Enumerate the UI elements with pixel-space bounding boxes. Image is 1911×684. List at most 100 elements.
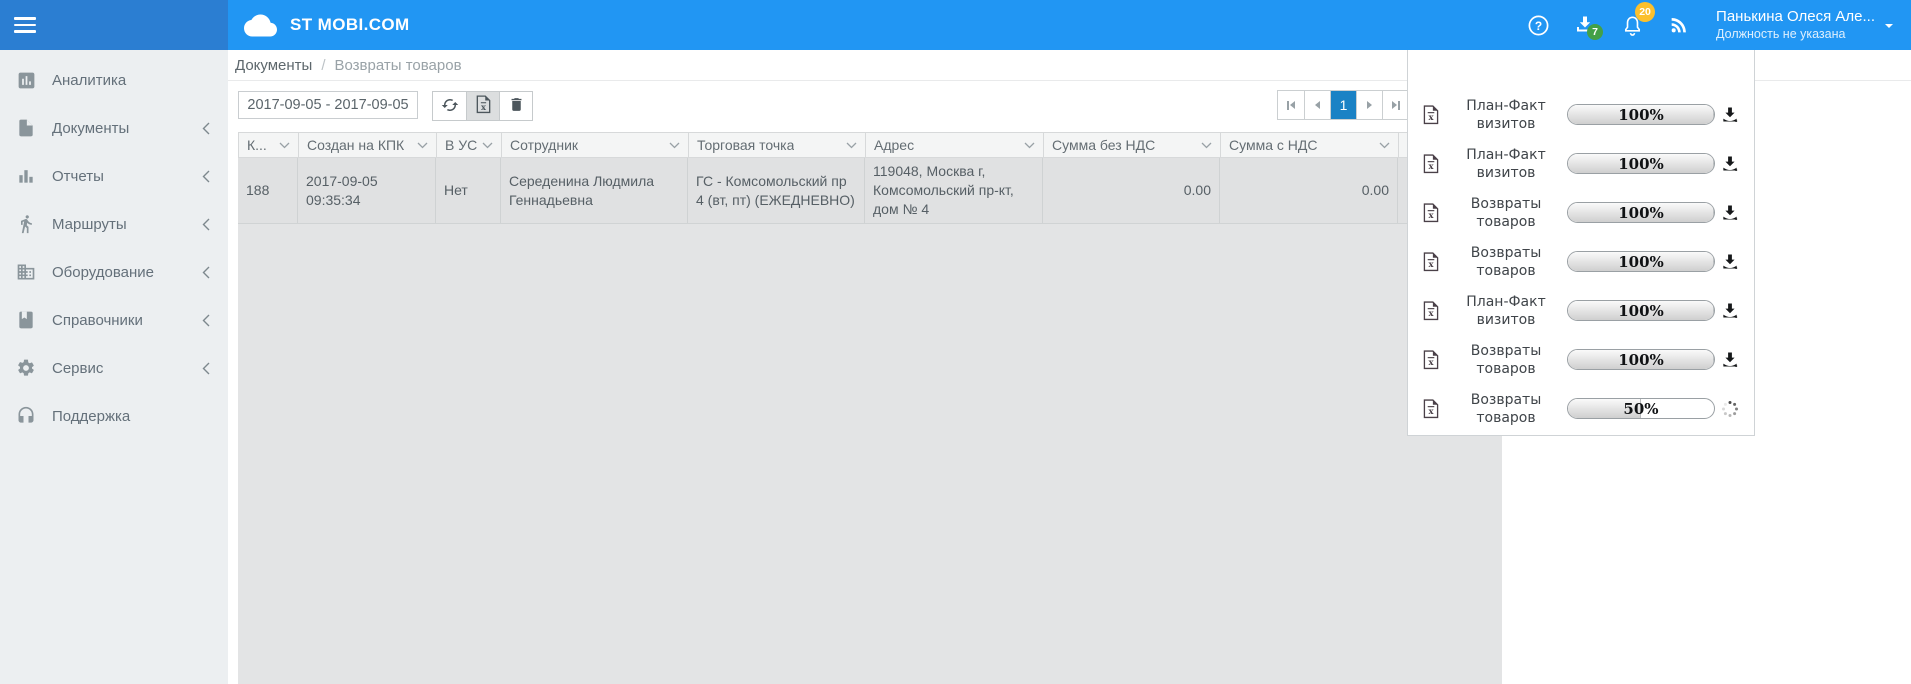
table-row[interactable]: 188 2017-09-05 09:35:34 Нет Середенина Л… [238, 158, 1502, 224]
refresh-icon [441, 96, 459, 117]
routes-icon [15, 213, 37, 235]
user-menu[interactable]: Панькина Олеся Але... Должность не указа… [1716, 8, 1875, 42]
svg-text:x: x [481, 102, 487, 112]
column-header-sum-without-vat[interactable]: Сумма без НДС [1044, 133, 1221, 157]
sort-chevron-icon [669, 142, 680, 148]
breadcrumb-current: Возвраты товаров [334, 56, 462, 74]
user-role: Должность не указана [1716, 26, 1846, 41]
column-header-sum-with-vat[interactable]: Сумма с НДС [1221, 133, 1399, 157]
help-icon: ? [1528, 15, 1549, 35]
download-file-button[interactable] [1720, 252, 1740, 271]
column-header-in-us[interactable]: В УС [437, 133, 502, 157]
table-cell: 0.00 [1220, 158, 1398, 223]
download-file-button[interactable] [1720, 203, 1740, 222]
excel-file-icon: x [1417, 251, 1445, 272]
progress-percent: 100% [1618, 301, 1664, 320]
sort-chevron-icon [846, 142, 857, 148]
equipment-icon [15, 261, 37, 283]
progress-percent: 100% [1618, 252, 1664, 271]
brand: ST MOBI.COM [244, 14, 410, 37]
progress-percent: 100% [1618, 154, 1664, 173]
progress-bar: 50% [1567, 398, 1715, 419]
download-file-button[interactable] [1720, 105, 1740, 124]
collapse-chevron-icon [202, 170, 210, 182]
loading-spinner-icon [1722, 400, 1738, 417]
export-excel-button[interactable]: x [466, 92, 499, 120]
downloads-button[interactable]: 7 [1572, 12, 1604, 40]
download-item: x План-Факт визитов 100% [1408, 286, 1754, 335]
sort-chevron-icon [1201, 142, 1212, 148]
seek-last-icon [1391, 100, 1400, 110]
collapse-chevron-icon [202, 314, 210, 326]
pagination: 1 [1277, 90, 1409, 120]
pager-last-button[interactable] [1382, 91, 1408, 119]
column-header-created-on-kpk[interactable]: Создан на КПК [299, 133, 437, 157]
collapse-chevron-icon [202, 362, 210, 374]
excel-file-icon: x [1417, 153, 1445, 174]
notifications-button[interactable]: 20 [1619, 2, 1656, 38]
breadcrumb-documents[interactable]: Документы [235, 57, 312, 74]
references-icon [15, 309, 37, 331]
help-button[interactable]: ? [1525, 12, 1551, 38]
progress-bar: 100% [1567, 104, 1715, 125]
sidebar-item-documents[interactable]: Документы [0, 104, 228, 152]
sidebar-item-support[interactable]: Поддержка [0, 392, 228, 440]
download-item: x Возвраты товаров 100% [1408, 237, 1754, 286]
sidebar-header [0, 0, 228, 50]
progress-bar: 100% [1567, 153, 1715, 174]
user-name: Панькина Олеся Але... [1716, 7, 1875, 25]
sort-chevron-icon [1379, 142, 1390, 148]
date-range-input[interactable] [238, 91, 418, 119]
collapse-chevron-icon [202, 218, 210, 230]
next-page-icon [1367, 101, 1372, 109]
returns-grid: К... Создан на КПК В УС Сотрудник Торгов… [238, 132, 1502, 684]
brand-title: ST MOBI.COM [290, 15, 410, 34]
download-file-button[interactable] [1720, 350, 1740, 369]
grid-header-row: К... Создан на КПК В УС Сотрудник Торгов… [238, 132, 1502, 158]
column-header-code[interactable]: К... [239, 133, 299, 157]
downloads-panel: x План-Факт визитов 100% x План-Факт виз… [1407, 50, 1755, 436]
delete-button[interactable] [499, 92, 532, 120]
grid-empty-area [238, 224, 1502, 684]
pager-first-button[interactable] [1278, 91, 1304, 119]
excel-file-icon: x [1417, 349, 1445, 370]
column-header-employee[interactable]: Сотрудник [502, 133, 689, 157]
column-header-outlet[interactable]: Торговая точка [689, 133, 866, 157]
download-item: x Возвраты товаров 100% [1408, 335, 1754, 384]
download-file-button[interactable] [1720, 301, 1740, 320]
sidebar-item-reports[interactable]: Отчеты [0, 152, 228, 200]
export-excel-icon: x [476, 95, 491, 117]
progress-percent: 100% [1618, 350, 1664, 369]
excel-file-icon: x [1417, 398, 1445, 419]
user-caret-icon [1885, 24, 1893, 32]
table-cell: 2017-09-05 09:35:34 [298, 158, 436, 223]
analytics-icon [15, 69, 37, 91]
cloud-icon [244, 14, 277, 36]
table-cell: 0.00 [1043, 158, 1220, 223]
reports-icon [15, 165, 37, 187]
pager-prev-button[interactable] [1304, 91, 1330, 119]
table-cell: Середенина Людмила Геннадьевна [501, 158, 688, 223]
sidebar-item-equipment[interactable]: Оборудование [0, 248, 228, 296]
table-cell: ГС - Комсомольский пр 4 (вт, пт) (ЕЖЕДНЕ… [688, 158, 865, 223]
menu-toggle-button[interactable] [14, 13, 38, 37]
download-file-button[interactable] [1720, 154, 1740, 173]
documents-icon [15, 117, 37, 139]
column-header-address[interactable]: Адрес [866, 133, 1044, 157]
top-header-bar: ST MOBI.COM ? 7 20 Панькина Олеся Але...… [0, 0, 1911, 50]
progress-percent: 50% [1623, 399, 1659, 418]
rss-button[interactable] [1666, 12, 1692, 38]
pager-page-1-button[interactable]: 1 [1330, 91, 1356, 119]
delete-icon [508, 96, 525, 116]
download-item: x План-Факт визитов 100% [1408, 139, 1754, 188]
table-cell: 119048, Москва г, Комсомольский пр-кт, д… [865, 158, 1043, 223]
sidebar-item-service[interactable]: Сервис [0, 344, 228, 392]
collapse-chevron-icon [202, 122, 210, 134]
svg-text:?: ? [1534, 18, 1541, 32]
sidebar-item-references[interactable]: Справочники [0, 296, 228, 344]
progress-bar: 100% [1567, 349, 1715, 370]
refresh-button[interactable] [433, 92, 466, 120]
sidebar-item-analytics[interactable]: Аналитика [0, 56, 228, 104]
pager-next-button[interactable] [1356, 91, 1382, 119]
sidebar-item-routes[interactable]: Маршруты [0, 200, 228, 248]
